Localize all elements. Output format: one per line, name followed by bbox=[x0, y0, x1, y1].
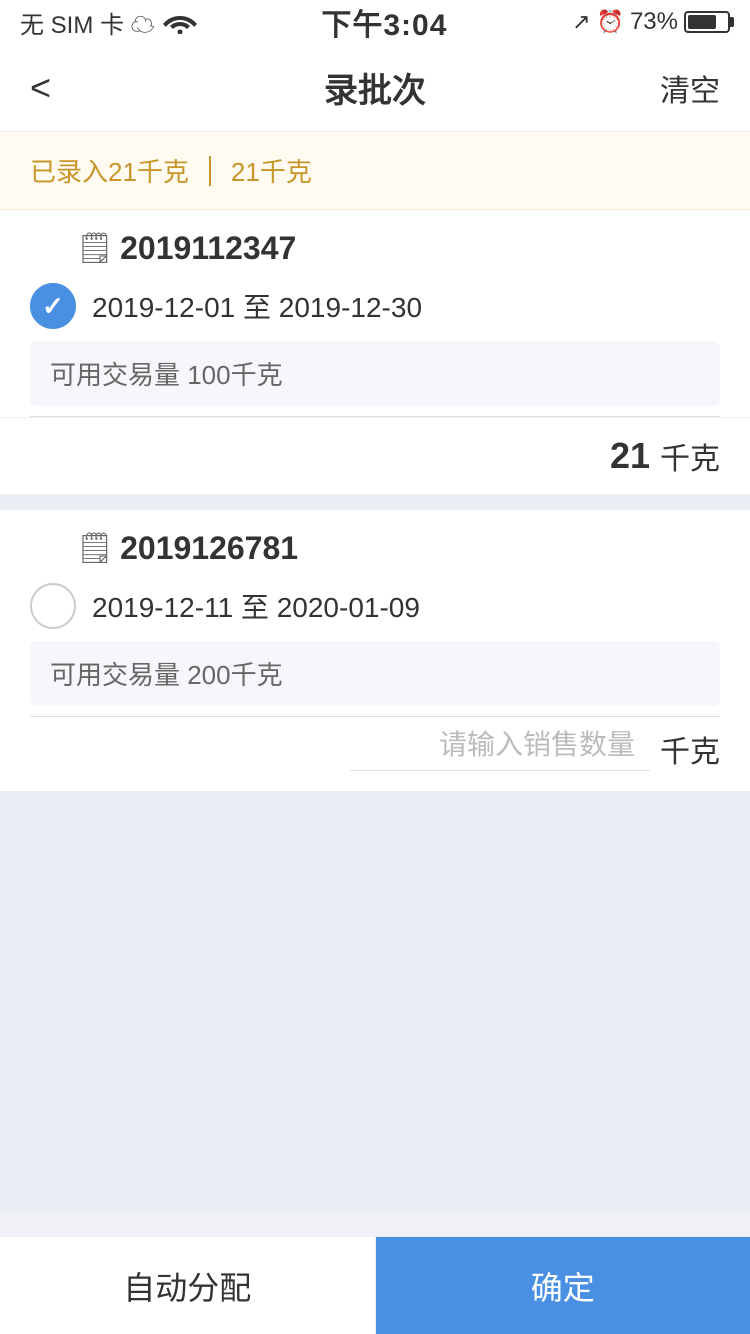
batch-2-header: 🗒 2019126781 bbox=[0, 510, 750, 577]
status-right: ↗ ⏰ 73% bbox=[572, 8, 730, 36]
alarm-icon: ⏰ bbox=[597, 9, 624, 35]
nav-bar: < 录批次 清空 bbox=[0, 44, 750, 132]
auto-distribute-button[interactable]: 自动分配 bbox=[0, 1237, 376, 1334]
batch-card-2: 🗒 2019126781 2019-12-11 至 2020-01-09 可用交… bbox=[0, 510, 750, 791]
batch-1-header: 🗒 2019112347 bbox=[0, 210, 750, 277]
page-title: 录批次 bbox=[324, 63, 426, 112]
back-button[interactable]: < bbox=[30, 67, 90, 109]
bottom-bar: 自动分配 确定 bbox=[0, 1236, 750, 1334]
status-bar: 无 SIM 卡 ☁ 下午3:04 ↗ ⏰ 73% bbox=[0, 0, 750, 44]
batch-2-date-row[interactable]: 2019-12-11 至 2020-01-09 bbox=[0, 577, 750, 635]
batch-1-quantity-row: 21 千克 bbox=[0, 417, 750, 494]
batch-2-date: 2019-12-11 至 2020-01-09 bbox=[92, 586, 420, 626]
clear-button[interactable]: 清空 bbox=[660, 66, 720, 110]
batch-2-id-row: 🗒 2019126781 bbox=[76, 530, 298, 567]
sim-label: 无 SIM 卡 ☁ bbox=[20, 5, 155, 40]
info-label: 已录入21千克 bbox=[30, 152, 189, 189]
status-left: 无 SIM 卡 ☁ bbox=[20, 5, 197, 40]
confirm-button[interactable]: 确定 bbox=[376, 1237, 750, 1334]
info-value: 21千克 bbox=[231, 152, 312, 189]
status-time: 下午3:04 bbox=[321, 0, 447, 44]
batch-2-icon: 🗒 bbox=[76, 531, 114, 566]
batch-1-id-row: 🗒 2019112347 bbox=[76, 230, 296, 267]
battery-percent: 73% bbox=[630, 8, 678, 36]
info-divider bbox=[209, 156, 211, 186]
batch-1-unit: 千克 bbox=[660, 434, 720, 478]
batch-1-radio[interactable] bbox=[30, 283, 76, 329]
batch-1-icon: 🗒 bbox=[76, 231, 114, 266]
empty-area bbox=[0, 791, 750, 1211]
battery-fill bbox=[688, 15, 716, 29]
info-banner: 已录入21千克 21千克 bbox=[0, 132, 750, 210]
section-divider bbox=[0, 494, 750, 510]
batch-2-quantity-input[interactable] bbox=[350, 728, 650, 771]
content-wrap: 🗒 2019112347 2019-12-01 至 2019-12-30 可用交… bbox=[0, 210, 750, 1309]
batch-1-date: 2019-12-01 至 2019-12-30 bbox=[92, 286, 422, 326]
batch-2-input-row: 千克 bbox=[0, 717, 750, 791]
wifi-icon bbox=[163, 10, 197, 34]
batch-card-1: 🗒 2019112347 2019-12-01 至 2019-12-30 可用交… bbox=[0, 210, 750, 494]
batch-1-available: 可用交易量 100千克 bbox=[30, 341, 720, 406]
batch-1-date-row[interactable]: 2019-12-01 至 2019-12-30 bbox=[0, 277, 750, 335]
batch-2-id: 2019126781 bbox=[120, 530, 298, 567]
battery-icon bbox=[684, 11, 730, 33]
location-icon: ↗ bbox=[572, 9, 590, 35]
batch-1-id: 2019112347 bbox=[120, 230, 296, 267]
batch-2-available: 可用交易量 200千克 bbox=[30, 641, 720, 706]
batch-1-quantity-value: 21 bbox=[610, 435, 650, 477]
batch-2-radio[interactable] bbox=[30, 583, 76, 629]
batch-2-unit: 千克 bbox=[660, 727, 720, 771]
